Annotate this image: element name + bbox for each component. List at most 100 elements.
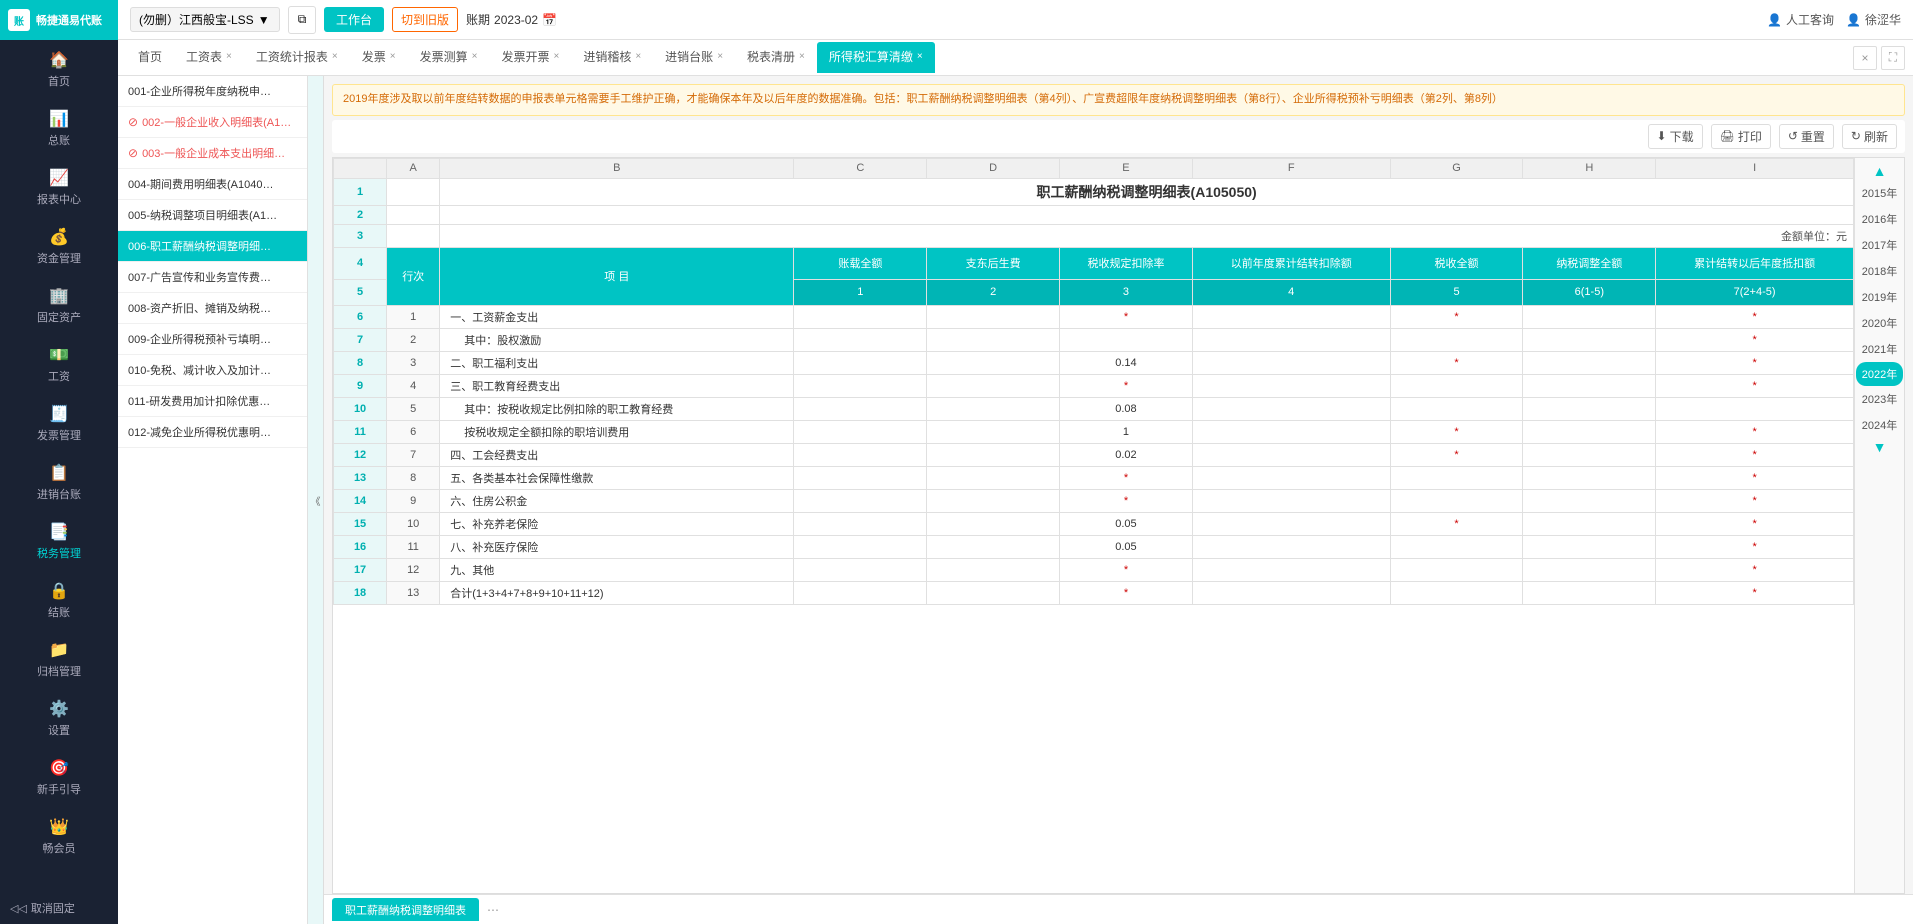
cell-c[interactable]	[794, 420, 927, 443]
cell-e[interactable]: 0.05	[1060, 535, 1193, 558]
tab-close-icon[interactable]: ×	[390, 51, 396, 62]
cell-g[interactable]: *	[1390, 443, 1523, 466]
cell-g[interactable]	[1390, 581, 1523, 604]
cell-h[interactable]	[1523, 558, 1656, 581]
tab-close-icon[interactable]: ×	[553, 51, 559, 62]
sidebar-item-sales[interactable]: 📋 进销台账	[0, 453, 118, 512]
cell-i[interactable]: *	[1656, 466, 1854, 489]
cell-e[interactable]: *	[1060, 466, 1193, 489]
cell-d[interactable]	[927, 558, 1060, 581]
year-2017[interactable]: 2017年	[1858, 232, 1901, 258]
sidebar-item-assets[interactable]: 🏢 固定资产	[0, 276, 118, 335]
cell-d[interactable]	[927, 305, 1060, 328]
cell-h[interactable]	[1523, 489, 1656, 512]
spreadsheet[interactable]: A B C D E F G H I	[333, 158, 1854, 893]
cell-e[interactable]: 0.14	[1060, 351, 1193, 374]
cell-c[interactable]	[794, 466, 927, 489]
company-icon-btn[interactable]: ⧉	[288, 6, 316, 34]
table-row[interactable]: 61一、工资薪金支出***	[334, 305, 1854, 328]
left-item-003[interactable]: ⊘ 003-一般企业成本支出明细…	[118, 138, 307, 169]
download-button[interactable]: ⬇ 下载	[1648, 124, 1703, 149]
table-row[interactable]: 127四、工会经费支出0.02**	[334, 443, 1854, 466]
table-row[interactable]: 1510七、补充养老保险0.05**	[334, 512, 1854, 535]
sidebar-item-guide[interactable]: 🎯 新手引导	[0, 748, 118, 807]
sidebar-item-home[interactable]: 🏠 首页	[0, 40, 118, 99]
cell-g[interactable]	[1390, 489, 1523, 512]
left-item-006[interactable]: 006-职工薪酬纳税调整明细…	[118, 231, 307, 262]
cancel-fixed-btn[interactable]: ◁◁ 取消固定	[0, 892, 118, 924]
tab-close-icon[interactable]: ×	[635, 51, 641, 62]
cell-c[interactable]	[794, 512, 927, 535]
cell-h[interactable]	[1523, 374, 1656, 397]
cell-i[interactable]: *	[1656, 581, 1854, 604]
cell-h[interactable]	[1523, 512, 1656, 535]
cell-e[interactable]: *	[1060, 558, 1193, 581]
company-selector[interactable]: (勿删）江西般宝-LSS ▼	[130, 7, 280, 32]
cell-e[interactable]: 1	[1060, 420, 1193, 443]
cell-f[interactable]	[1192, 489, 1390, 512]
year-scroll-up-btn[interactable]: ▲	[1868, 162, 1892, 180]
cell-d[interactable]	[927, 581, 1060, 604]
year-2021[interactable]: 2021年	[1858, 336, 1901, 362]
year-2015[interactable]: 2015年	[1858, 180, 1901, 206]
cell-f[interactable]	[1192, 328, 1390, 351]
cell-g[interactable]	[1390, 328, 1523, 351]
cell-h[interactable]	[1523, 351, 1656, 374]
year-scroll-down-btn[interactable]: ▼	[1868, 438, 1892, 456]
cell-e[interactable]: *	[1060, 374, 1193, 397]
tab-sales-check[interactable]: 进销稽核 ×	[571, 42, 653, 73]
tab-close-icon[interactable]: ×	[472, 51, 478, 62]
table-row[interactable]: 83二、职工福利支出0.14**	[334, 351, 1854, 374]
bottom-tab-salary[interactable]: 职工薪酬纳税调整明细表	[332, 898, 479, 921]
cell-f[interactable]	[1192, 443, 1390, 466]
cell-h[interactable]	[1523, 305, 1656, 328]
cell-f[interactable]	[1192, 420, 1390, 443]
cell-c[interactable]	[794, 443, 927, 466]
tab-expand-btn[interactable]: ⛶	[1881, 46, 1905, 70]
tab-close-icon[interactable]: ×	[717, 51, 723, 62]
reset-button[interactable]: ↺ 重置	[1779, 124, 1834, 149]
cell-g[interactable]	[1390, 374, 1523, 397]
tab-tax-book[interactable]: 税表清册 ×	[735, 42, 817, 73]
left-item-011[interactable]: 011-研发费用加计扣除优惠…	[118, 386, 307, 417]
cell-h[interactable]	[1523, 535, 1656, 558]
tab-close-icon[interactable]: ×	[917, 51, 923, 62]
cell-d[interactable]	[927, 489, 1060, 512]
cell-f[interactable]	[1192, 397, 1390, 420]
cell-d[interactable]	[927, 466, 1060, 489]
cell-e[interactable]: *	[1060, 489, 1193, 512]
cell-d[interactable]	[927, 351, 1060, 374]
cell-c[interactable]	[794, 328, 927, 351]
cell-c[interactable]	[794, 374, 927, 397]
cell-i[interactable]	[1656, 397, 1854, 420]
calendar-icon[interactable]: 📅	[542, 13, 557, 27]
tab-close-icon[interactable]: ×	[226, 51, 232, 62]
tab-salary-table[interactable]: 工资表 ×	[174, 42, 244, 73]
sidebar-item-ledger[interactable]: 📊 总账	[0, 99, 118, 158]
cell-c[interactable]	[794, 535, 927, 558]
cell-h[interactable]	[1523, 420, 1656, 443]
left-item-002[interactable]: ⊘ 002-一般企业收入明细表(A1…	[118, 107, 307, 138]
cell-e[interactable]	[1060, 328, 1193, 351]
cell-c[interactable]	[794, 305, 927, 328]
cell-e[interactable]: *	[1060, 305, 1193, 328]
bottom-tab-dots[interactable]: ⋯	[487, 903, 499, 917]
year-2019[interactable]: 2019年	[1858, 284, 1901, 310]
tab-close-icon[interactable]: ×	[799, 51, 805, 62]
cell-e[interactable]: 0.05	[1060, 512, 1193, 535]
left-item-008[interactable]: 008-资产折旧、摊销及纳税…	[118, 293, 307, 324]
left-item-012[interactable]: 012-减免企业所得税优惠明…	[118, 417, 307, 448]
cell-g[interactable]	[1390, 535, 1523, 558]
cell-d[interactable]	[927, 374, 1060, 397]
table-row[interactable]: 94三、职工教育经费支出**	[334, 374, 1854, 397]
cell-g[interactable]: *	[1390, 305, 1523, 328]
table-row[interactable]: 138五、各类基本社会保障性缴款**	[334, 466, 1854, 489]
panel-collapse-btn[interactable]: 《	[308, 76, 324, 924]
cell-c[interactable]	[794, 558, 927, 581]
cell-g[interactable]: *	[1390, 351, 1523, 374]
year-2022[interactable]: 2022年	[1856, 362, 1903, 386]
table-row[interactable]: 149六、住房公积金**	[334, 489, 1854, 512]
sidebar-item-archive[interactable]: 📁 归档管理	[0, 630, 118, 689]
left-item-004[interactable]: 004-期间费用明细表(A1040…	[118, 169, 307, 200]
year-2018[interactable]: 2018年	[1858, 258, 1901, 284]
